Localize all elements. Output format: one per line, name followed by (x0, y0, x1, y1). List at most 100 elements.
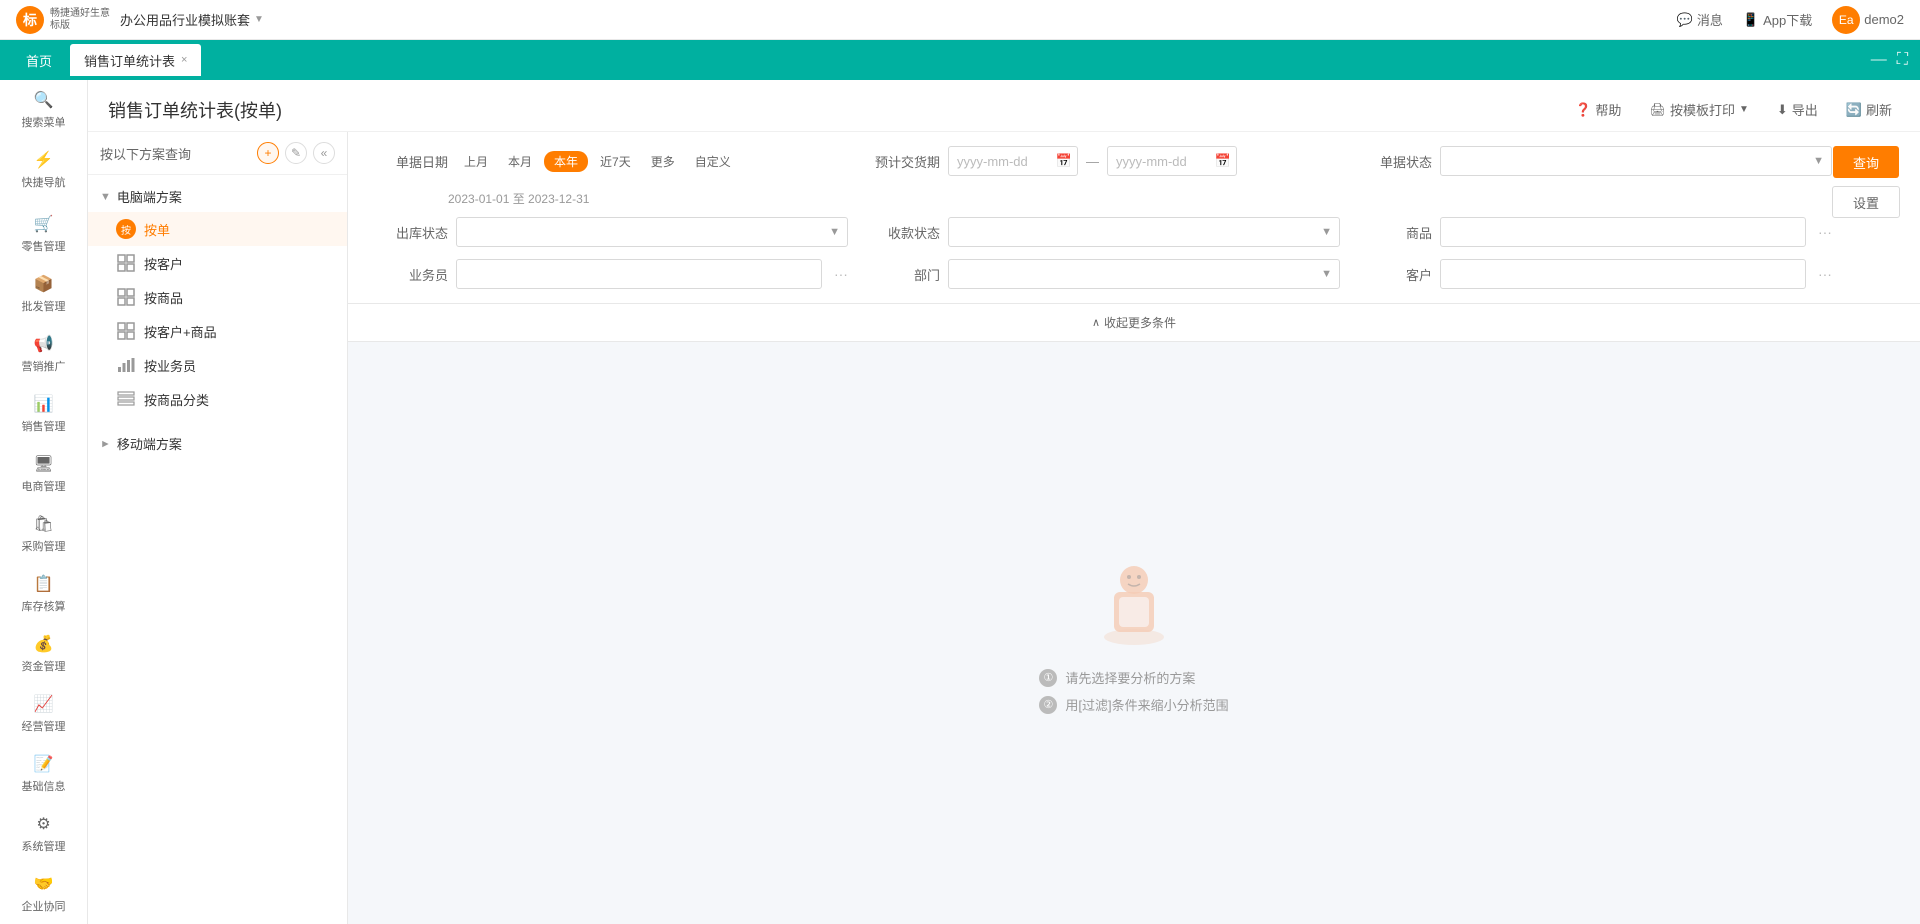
scheme-item-by-cust-prod[interactable]: 按客户+商品 (88, 314, 347, 348)
date-btn-7days[interactable]: 近7天 (592, 151, 639, 172)
staff-input[interactable] (456, 259, 822, 289)
empty-tips: ① 请先选择要分析的方案 ② 用[过滤]条件来缩小分析范围 (1039, 668, 1228, 714)
customer-input[interactable] (1440, 259, 1806, 289)
active-tab-label: 销售订单统计表 (84, 51, 175, 70)
by-customer-icon (116, 253, 136, 273)
sidebar-item-system[interactable]: ⚙ 系统管理 (0, 804, 87, 864)
date-btn-last-month[interactable]: 上月 (456, 151, 496, 172)
page-title: 销售订单统计表(按单) (108, 97, 282, 123)
tip-text-1: 请先选择要分析的方案 (1065, 668, 1195, 687)
status-select[interactable] (1440, 146, 1832, 176)
user-avatar: Ea (1832, 6, 1860, 34)
tab-home[interactable]: 首页 (12, 44, 66, 76)
print-label: 按模板打印 (1670, 100, 1735, 119)
status-label: 单据状态 (1352, 152, 1432, 171)
sidebar-item-search[interactable]: 🔍 搜索菜单 (0, 80, 87, 140)
sales-icon: 📊 (34, 394, 54, 414)
date-range-display: 2023-01-01 至 2023-12-31 (368, 188, 1832, 217)
tab-sales-stats[interactable]: 销售订单统计表 × (70, 44, 201, 76)
empty-illustration (1084, 552, 1184, 652)
staff-label: 业务员 (368, 265, 448, 284)
mobile-group-label: 移动端方案 (117, 434, 182, 453)
print-btn[interactable]: 🖨 按模板打印 ▼ (1641, 96, 1756, 123)
help-btn[interactable]: ❓ 帮助 (1567, 96, 1629, 123)
desktop-group-label: 电脑端方案 (117, 187, 182, 206)
sidebar-item-ecommerce[interactable]: 🖥 电商管理 (0, 444, 87, 504)
top-bar: 标 畅捷通好生意 标版 办公用品行业模拟账套 ▼ 💬 消息 📱 App下载 Ea… (0, 0, 1920, 40)
nav-tab-actions: — ⛶ (1871, 51, 1908, 69)
print-arrow-icon: ▼ (1739, 104, 1749, 115)
tip-text-2: 用[过滤]条件来缩小分析范围 (1065, 695, 1228, 714)
sidebar-item-marketing[interactable]: 📢 营销推广 (0, 324, 87, 384)
add-scheme-btn[interactable]: + (257, 142, 279, 164)
sidebar-item-basic[interactable]: 📝 基础信息 (0, 744, 87, 804)
collapse-panel-btn[interactable]: « (313, 142, 335, 164)
scheme-item-by-product[interactable]: 按商品 (88, 280, 347, 314)
product-ellipsis[interactable]: ··· (1818, 224, 1832, 240)
logo-area: 标 畅捷通好生意 标版 (16, 6, 110, 34)
date-btn-custom[interactable]: 自定义 (687, 151, 739, 172)
user-action[interactable]: Ea demo2 (1832, 6, 1904, 34)
collapse-bar[interactable]: ∧ 收起更多条件 (348, 304, 1920, 342)
scheme-item-by-order[interactable]: 按 按单 (88, 212, 347, 246)
cal-icon-2: 📅 (1215, 153, 1231, 169)
filter-section: 单据日期 上月 本月 本年 近7天 更多 自定义 (368, 146, 1900, 289)
product-input[interactable] (1440, 217, 1806, 247)
set-button[interactable]: 设置 (1832, 186, 1900, 218)
tip-num-2: ② (1039, 696, 1057, 714)
basic-label: 基础信息 (22, 778, 66, 794)
mobile-schemes-group: ▼ 移动端方案 (88, 422, 347, 465)
company-selector[interactable]: 办公用品行业模拟账套 ▼ (120, 10, 264, 29)
export-btn[interactable]: ⬇ 导出 (1769, 96, 1826, 123)
sidebar-item-retail[interactable]: 🛒 零售管理 (0, 204, 87, 264)
scheme-item-by-category[interactable]: 按商品分类 (88, 382, 347, 416)
scheme-item-by-customer[interactable]: 按客户 (88, 246, 347, 280)
sales-label: 销售管理 (22, 418, 66, 434)
maximize-icon[interactable]: ⛶ (1897, 51, 1908, 69)
search-label: 搜索菜单 (22, 114, 66, 130)
delivery-select[interactable] (456, 217, 848, 247)
sidebar-item-sales[interactable]: 📊 销售管理 (0, 384, 87, 444)
by-category-icon (116, 389, 136, 409)
basic-icon: 📝 (34, 754, 54, 774)
sidebar-item-inventory[interactable]: 📋 库存核算 (0, 564, 87, 624)
left-panel: 按以下方案查询 + ✎ « ▼ 电脑端方案 按 按单 (88, 132, 348, 924)
customer-ellipsis[interactable]: ··· (1818, 266, 1832, 282)
filter-product-field: 商品 ··· (1352, 217, 1832, 247)
sidebar-item-finance[interactable]: 💰 资金管理 (0, 624, 87, 684)
purchase-label: 采购管理 (22, 538, 66, 554)
help-label: 帮助 (1595, 100, 1621, 119)
mobile-group-header[interactable]: ▼ 移动端方案 (88, 428, 347, 459)
filter-staff-field: 业务员 ··· (368, 259, 848, 289)
right-panel: 单据日期 上月 本月 本年 近7天 更多 自定义 (348, 132, 1920, 924)
sidebar-item-wholesale[interactable]: 📦 批发管理 (0, 264, 87, 324)
sidebar-item-shortcut[interactable]: ⚡ 快捷导航 (0, 140, 87, 200)
edit-scheme-btn[interactable]: ✎ (285, 142, 307, 164)
date-btn-this-year[interactable]: 本年 (544, 151, 588, 172)
date-btn-more[interactable]: 更多 (643, 151, 683, 172)
left-panel-title: 按以下方案查询 (100, 144, 251, 163)
sidebar-item-corp[interactable]: 🤝 企业协同 (0, 864, 87, 924)
refresh-btn[interactable]: 🔄 刷新 (1838, 96, 1900, 123)
system-label: 系统管理 (22, 838, 66, 854)
desktop-group-header[interactable]: ▼ 电脑端方案 (88, 181, 347, 212)
sidebar-item-operation[interactable]: 📈 经营管理 (0, 684, 87, 744)
staff-ellipsis[interactable]: ··· (834, 266, 848, 282)
date-label: 单据日期 (368, 152, 448, 171)
filter-dept-field: 部门 ▼ (860, 259, 1340, 289)
message-action[interactable]: 💬 消息 (1677, 10, 1723, 29)
filter-row-2: 出库状态 ▼ 收款状态 (368, 217, 1832, 247)
scheme-item-by-staff[interactable]: 按业务员 (88, 348, 347, 382)
date-btn-this-month[interactable]: 本月 (500, 151, 540, 172)
minimize-icon[interactable]: — (1871, 51, 1887, 69)
query-button[interactable]: 查询 (1833, 146, 1899, 178)
dept-select[interactable] (948, 259, 1340, 289)
tab-close-icon[interactable]: × (181, 54, 187, 66)
export-label: 导出 (1792, 100, 1818, 119)
empty-tip-2: ② 用[过滤]条件来缩小分析范围 (1039, 695, 1228, 714)
payment-select[interactable] (948, 217, 1340, 247)
sidebar-item-purchase[interactable]: 🛍 采购管理 (0, 504, 87, 564)
by-category-label: 按商品分类 (144, 390, 209, 409)
product-label: 商品 (1352, 223, 1432, 242)
app-download-action[interactable]: 📱 App下载 (1743, 10, 1812, 29)
